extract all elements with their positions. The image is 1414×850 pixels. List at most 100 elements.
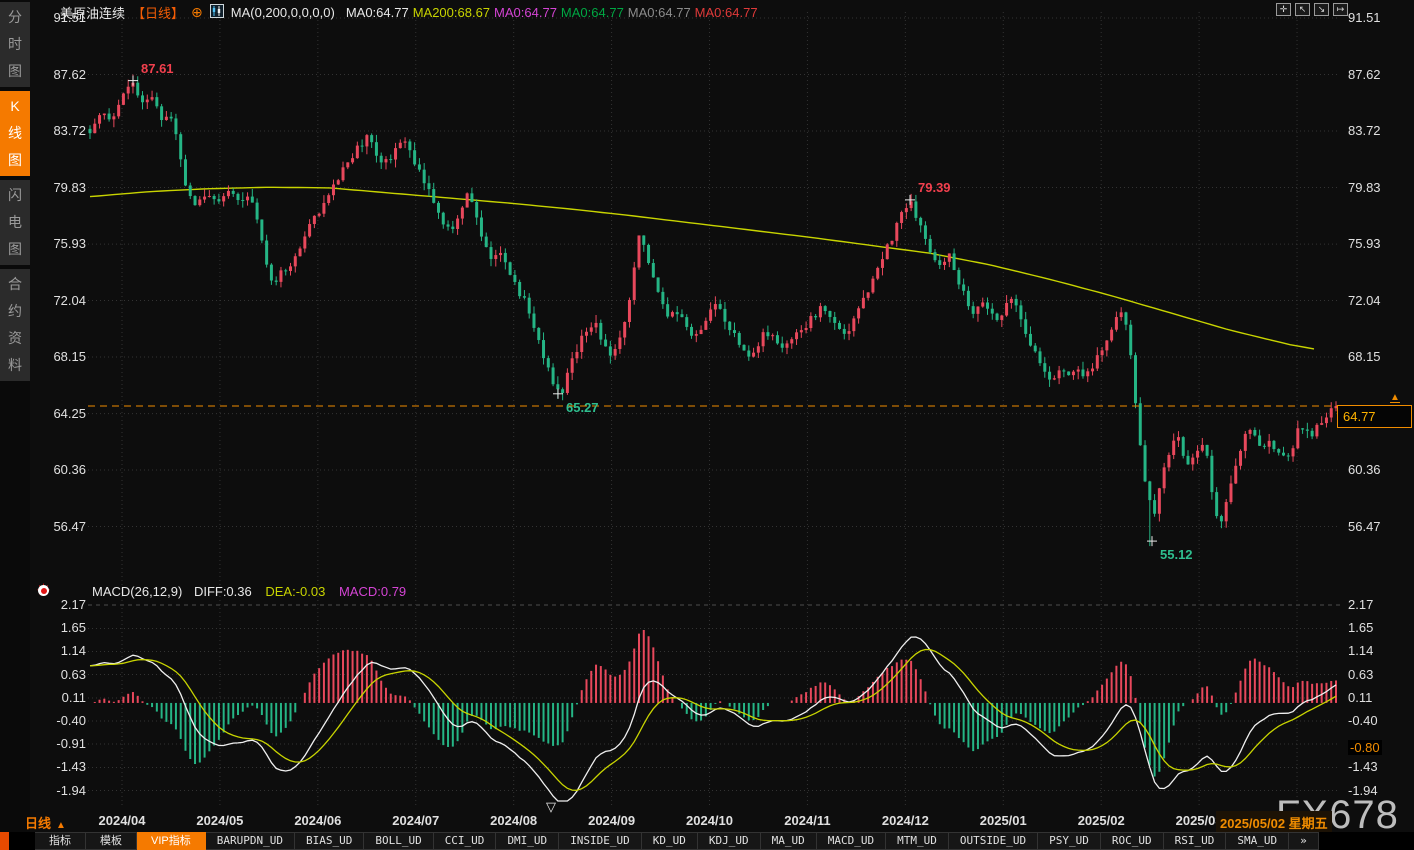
price-axis-right-9: 56.47 — [1348, 519, 1408, 534]
x-axis-month-0: 2024/04 — [80, 813, 164, 828]
price-annotation-1: 79.39 — [918, 180, 951, 195]
cursor-icon: ▽ — [546, 799, 556, 815]
corner-toolbar: ✛ ↖ ↘ ↦ — [1276, 3, 1348, 16]
ma-values: MA0:64.77 MA200:68.67 MA0:64.77 MA0:64.77 MA… — [342, 5, 758, 20]
pan-icon[interactable]: ✛ — [1276, 3, 1291, 16]
shift-right-icon[interactable]: ↦ — [1333, 3, 1348, 16]
macd-header: MACD(26,12,9) DIFF:0.36 DEA:-0.03 MACD:0… — [92, 584, 406, 599]
x-axis-month-6: 2024/10 — [668, 813, 752, 828]
x-axis-month-3: 2024/07 — [374, 813, 458, 828]
macd-axis-right-2: 1.14 — [1348, 643, 1408, 658]
macd-axis-left-7: -1.43 — [30, 759, 86, 774]
toolbar-button-SMA_UD[interactable]: SMA_UD — [1226, 832, 1289, 850]
macd-axis-left-8: -1.94 — [30, 783, 86, 798]
sidebar: 分时图 K线图闪电图合约资料 — [0, 0, 30, 850]
price-axis-right-6: 68.15 — [1348, 349, 1408, 364]
macd-value-tag: -0.80 — [1348, 740, 1382, 755]
price-annotation-2: 65.27 — [566, 400, 599, 415]
ma-settings: MA(0,200,0,0,0,0) — [231, 5, 335, 20]
price-axis-left-3: 79.83 — [30, 180, 86, 195]
app-window: 分时图 K线图闪电图合约资料 美原油连续 【日线】 ⊕ MA(0,200,0,0,… — [0, 0, 1414, 850]
add-indicator-icon[interactable]: ⊕ — [191, 4, 203, 21]
ma-value-3: MA0:64.77 — [561, 5, 624, 20]
x-axis-month-7: 2024/11 — [765, 813, 849, 828]
x-axis-month-4: 2024/08 — [472, 813, 556, 828]
price-axis-left-9: 56.47 — [30, 519, 86, 534]
toolbar-corner-square — [0, 832, 9, 850]
macd-axis-left-4: 0.11 — [30, 690, 86, 705]
indicator-toolbar: 指标模板VIP指标BARUPDN_UDBIAS_UDBOLL_UDCCI_UDD… — [0, 832, 1414, 850]
toolbar-button-KD_UD[interactable]: KD_UD — [642, 832, 698, 850]
macd-axis-left-2: 1.14 — [30, 643, 86, 658]
sidebar-tab-0[interactable]: 分时图 — [0, 2, 30, 87]
period-label: 【日线】 — [132, 3, 184, 22]
ma-value-0: MA0:64.77 — [346, 5, 409, 20]
macd-macd-value: MACD:0.79 — [339, 584, 406, 599]
price-axis-left-5: 72.04 — [30, 293, 86, 308]
x-axis-month-10: 2025/02 — [1059, 813, 1143, 828]
price-axis-left-2: 83.72 — [30, 123, 86, 138]
macd-axis-left-5: -0.40 — [30, 713, 86, 728]
toolbar-button-模板[interactable]: 模板 — [86, 832, 137, 850]
price-annotation-0: 87.61 — [141, 61, 174, 76]
toolbar-button-RSI_UD[interactable]: RSI_UD — [1164, 832, 1227, 850]
scale-down-icon[interactable]: ↘ — [1314, 3, 1329, 16]
macd-axis-right-3: 0.63 — [1348, 667, 1408, 682]
toolbar-button-MA_UD[interactable]: MA_UD — [761, 832, 817, 850]
macd-axis-left-3: 0.63 — [30, 667, 86, 682]
scale-up-icon[interactable]: ↖ — [1295, 3, 1310, 16]
alert-icon[interactable]: ✳ — [35, 582, 52, 599]
ma-value-2: MA0:64.77 — [494, 5, 557, 20]
period-selector[interactable]: 日线▲ — [25, 813, 66, 832]
kline-chart-canvas[interactable] — [0, 0, 1414, 850]
toolbar-button-CCI_UD[interactable]: CCI_UD — [434, 832, 497, 850]
toolbar-button-BARUPDN_UD[interactable]: BARUPDN_UD — [206, 832, 295, 850]
x-axis-month-2: 2024/06 — [276, 813, 360, 828]
toolbar-button-BIAS_UD[interactable]: BIAS_UD — [295, 832, 364, 850]
price-axis-right-5: 72.04 — [1348, 293, 1408, 308]
price-annotation-3: 55.12 — [1160, 547, 1193, 562]
sidebar-tab-1[interactable]: K线图 — [0, 91, 30, 176]
toolbar-button-MTM_UD[interactable]: MTM_UD — [886, 832, 949, 850]
scroll-up-arrow-icon[interactable]: ▲ — [1390, 393, 1400, 403]
macd-axis-right-1: 1.65 — [1348, 620, 1408, 635]
symbol-name: 美原油连续 — [60, 3, 125, 22]
chart-header: 美原油连续 【日线】 ⊕ MA(0,200,0,0,0,0) MA0:64.77… — [60, 2, 758, 22]
macd-axis-left-1: 1.65 — [30, 620, 86, 635]
chevron-up-icon: ▲ — [56, 820, 66, 831]
toolbar-button-PSY_UD[interactable]: PSY_UD — [1038, 832, 1101, 850]
price-axis-left-6: 68.15 — [30, 349, 86, 364]
x-axis-month-5: 2024/09 — [570, 813, 654, 828]
x-axis-month-1: 2024/05 — [178, 813, 262, 828]
price-axis-right-2: 83.72 — [1348, 123, 1408, 138]
macd-axis-right-7: -1.43 — [1348, 759, 1408, 774]
toolbar-button-BOLL_UD[interactable]: BOLL_UD — [364, 832, 433, 850]
macd-title: MACD(26,12,9) — [92, 584, 182, 599]
macd-axis-right-4: 0.11 — [1348, 690, 1408, 705]
price-axis-left-7: 64.25 — [30, 406, 86, 421]
price-axis-left-8: 60.36 — [30, 462, 86, 477]
macd-dea-value: DEA:-0.03 — [265, 584, 325, 599]
price-axis-right-1: 87.62 — [1348, 67, 1408, 82]
toolbar-button-ROC_UD[interactable]: ROC_UD — [1101, 832, 1164, 850]
toolbar-button-OUTSIDE_UD[interactable]: OUTSIDE_UD — [949, 832, 1038, 850]
toolbar-button-KDJ_UD[interactable]: KDJ_UD — [698, 832, 761, 850]
toolbar-button-指标[interactable]: 指标 — [35, 832, 86, 850]
ma-value-4: MA0:64.77 — [628, 5, 691, 20]
price-axis-left-1: 87.62 — [30, 67, 86, 82]
price-axis-left-4: 75.93 — [30, 236, 86, 251]
current-date-tag: 2025/05/02 星期五 — [1216, 811, 1332, 834]
toolbar-button-MACD_UD[interactable]: MACD_UD — [817, 832, 886, 850]
macd-axis-right-0: 2.17 — [1348, 597, 1408, 612]
price-axis-right-4: 75.93 — [1348, 236, 1408, 251]
toolbar-button-INSIDE_UD[interactable]: INSIDE_UD — [559, 832, 642, 850]
price-axis-right-0: 91.51 — [1348, 10, 1408, 25]
ma-value-1: MA200:68.67 — [413, 5, 490, 20]
macd-diff-value: DIFF:0.36 — [194, 584, 252, 599]
x-axis-month-8: 2024/12 — [863, 813, 947, 828]
toolbar-button-DMI_UD[interactable]: DMI_UD — [496, 832, 559, 850]
sidebar-tab-2[interactable]: 闪电图 — [0, 180, 30, 265]
toolbar-button-»[interactable]: » — [1289, 832, 1319, 850]
toolbar-button-VIP指标[interactable]: VIP指标 — [137, 832, 206, 850]
sidebar-tab-3[interactable]: 合约资料 — [0, 269, 30, 381]
